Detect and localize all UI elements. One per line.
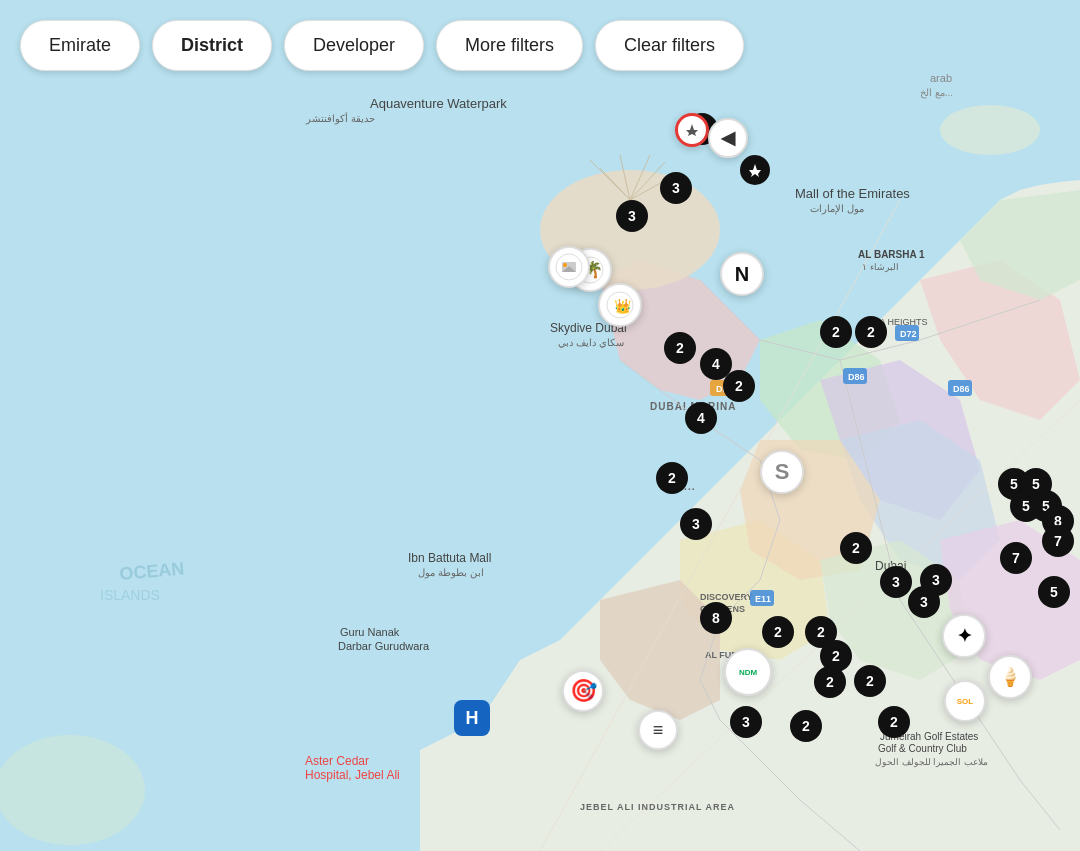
svg-text:Darbar Gurudwara: Darbar Gurudwara	[338, 640, 430, 652]
svg-text:مول الإمارات: مول الإمارات	[810, 203, 864, 215]
district-filter[interactable]: District	[152, 20, 272, 71]
svg-text:حديقة أكوافنتشر: حديقة أكوافنتشر	[305, 112, 375, 125]
svg-text:AL FURJAN: AL FURJAN	[705, 650, 756, 660]
svg-text:D86: D86	[848, 372, 865, 382]
svg-text:D54: D54	[716, 384, 733, 394]
svg-text:arab: arab	[930, 72, 952, 84]
filter-bar: Emirate District Developer More filters …	[20, 20, 1080, 71]
svg-text:Aquaventure Waterpark: Aquaventure Waterpark	[370, 96, 507, 111]
more-filters-btn[interactable]: More filters	[436, 20, 583, 71]
svg-text:AL BARSHA 1: AL BARSHA 1	[858, 249, 925, 260]
svg-text:Hospital, Jebel Ali: Hospital, Jebel Ali	[305, 768, 400, 782]
svg-text:Aster Cedar: Aster Cedar	[305, 754, 369, 768]
svg-text:Skydive Dubai: Skydive Dubai	[550, 321, 627, 335]
map-background: Aquaventure Waterpark حديقة أكوافنتشر Sk…	[0, 0, 1080, 851]
map-container: Aquaventure Waterpark حديقة أكوافنتشر Sk…	[0, 0, 1080, 851]
svg-point-9	[940, 105, 1040, 155]
svg-text:البرشاء ١: البرشاء ١	[862, 262, 899, 273]
svg-text:DISCOVERY: DISCOVERY	[700, 592, 753, 602]
svg-point-8	[0, 735, 145, 845]
svg-text:Golf & Country Club: Golf & Country Club	[878, 743, 967, 754]
svg-text:JEBEL ALI INDUSTRIAL AREA: JEBEL ALI INDUSTRIAL AREA	[580, 802, 735, 812]
svg-text:سكاي دايف دبي: سكاي دايف دبي	[558, 337, 624, 348]
svg-text:DUBAI MARINA: DUBAI MARINA	[650, 401, 736, 412]
clear-filters-btn[interactable]: Clear filters	[595, 20, 744, 71]
svg-text:GARDENS: GARDENS	[700, 604, 745, 614]
svg-point-1	[540, 170, 720, 290]
svg-text:Jumeirah Golf Estates: Jumeirah Golf Estates	[880, 731, 978, 742]
svg-text:ملاعب الجميرا للجولف الحول: ملاعب الجميرا للجولف الحول	[875, 757, 988, 768]
emirate-filter[interactable]: Emirate	[20, 20, 140, 71]
svg-text:D72: D72	[900, 329, 917, 339]
svg-text:ISLANDS: ISLANDS	[100, 587, 160, 603]
svg-text:JUM...: JUM...	[660, 481, 695, 492]
svg-text:Mall of the Emirates: Mall of the Emirates	[795, 186, 910, 201]
svg-text:مع الخ...: مع الخ...	[920, 87, 953, 99]
svg-text:E11: E11	[755, 594, 771, 604]
svg-text:ابن بطوطة مول: ابن بطوطة مول	[418, 567, 484, 579]
svg-text:D86: D86	[953, 384, 970, 394]
svg-text:Guru Nanak: Guru Nanak	[340, 626, 400, 638]
svg-text:Ibn Battuta Mall: Ibn Battuta Mall	[408, 551, 491, 565]
developer-filter[interactable]: Developer	[284, 20, 424, 71]
